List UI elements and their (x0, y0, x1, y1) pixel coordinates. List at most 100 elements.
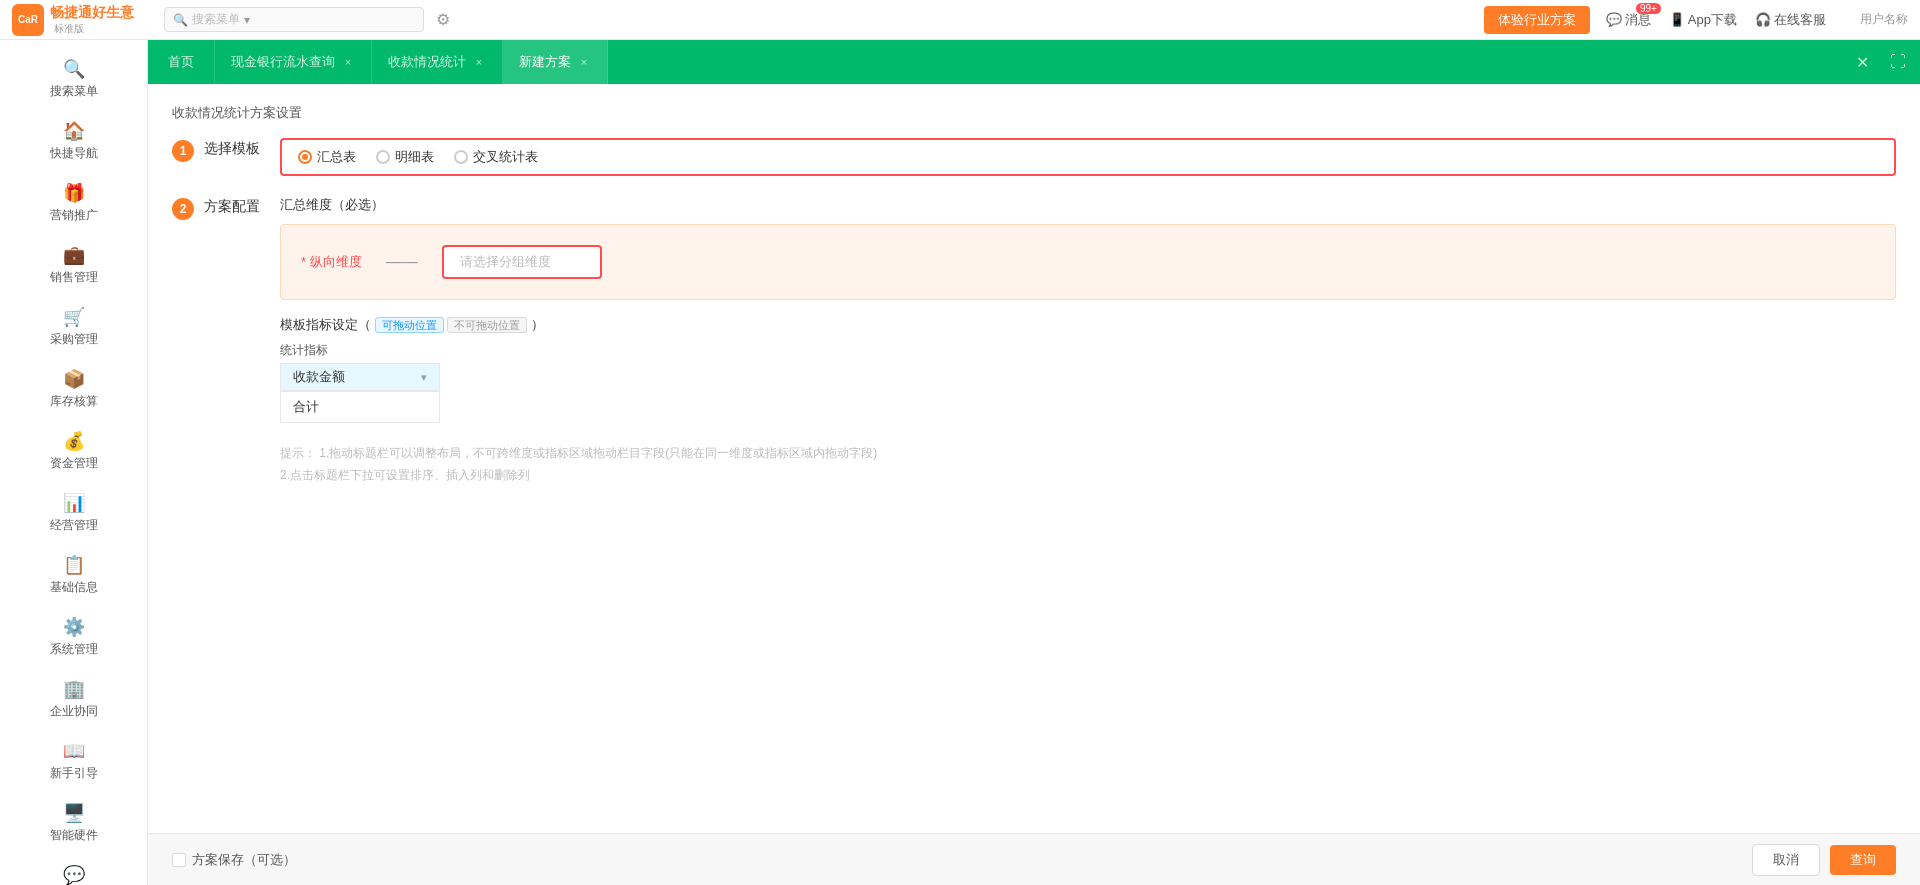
tab-cashflow[interactable]: 现金银行流水查询 × (215, 40, 372, 84)
tab-new-plan-label: 新建方案 (519, 53, 571, 71)
section2-label: 方案配置 (204, 198, 260, 216)
top-bar-actions: 💬 消息 99+ 📱 App下载 🎧 在线客服 用户名称 (1606, 11, 1908, 29)
sidebar-item-sales[interactable]: 💼 销售管理 (0, 234, 147, 296)
metrics-label: 模板指标设定（ 可拖动位置 不可拖动位置 ） (280, 316, 1896, 334)
dim-arrow-icon: —— (386, 253, 418, 271)
sidebar-item-label-enterprise: 企业协同 (50, 703, 98, 720)
radio-summary[interactable]: 汇总表 (298, 148, 356, 166)
trial-btn[interactable]: 体验行业方案 (1484, 6, 1590, 34)
metrics-header-chevron[interactable]: ▾ (421, 371, 427, 384)
top-bar: CaR 畅捷通好生意 标准版 🔍 搜索菜单 ▾ ⚙ 体验行业方案 💬 消息 99… (0, 0, 1920, 40)
section2-content: 汇总维度（必选） * 纵向维度 —— 请选择分组维度 (280, 196, 1896, 486)
cancel-button[interactable]: 取消 (1752, 844, 1820, 876)
hint-line-1: 提示： 1.拖动标题栏可以调整布局，不可跨维度或指标区域拖动栏目字段(只能在同一… (280, 443, 1896, 465)
section2-num: 2 (172, 198, 194, 220)
search-icon: 🔍 (173, 13, 188, 27)
enterprise-icon: 🏢 (63, 678, 85, 700)
sidebar-item-label-search: 搜索菜单 (50, 83, 98, 100)
finance-icon: 💰 (63, 430, 85, 452)
gear-icon[interactable]: ⚙ (436, 10, 450, 29)
sales-icon: 💼 (63, 244, 85, 266)
sidebar-item-quick-nav[interactable]: 🏠 快捷导航 (0, 110, 147, 172)
sidebar-item-finance[interactable]: 💰 资金管理 (0, 420, 147, 482)
radio-summary-label: 汇总表 (317, 148, 356, 166)
metrics-col-header[interactable]: 收款金额 ▾ (281, 364, 439, 391)
hint-line-2: 2.点击标题栏下拉可设置排序、插入列和删除列 (280, 465, 1896, 487)
app-download-icon: 📱 (1669, 12, 1685, 27)
radio-cross[interactable]: 交叉统计表 (454, 148, 538, 166)
tab-close-all-btn[interactable]: ✕ (1848, 48, 1876, 76)
tab-maximize-btn[interactable]: ⛶ (1884, 48, 1912, 76)
logo-badge: 标准版 (54, 22, 134, 36)
online-service-area[interactable]: 🎧 在线客服 (1755, 11, 1826, 29)
sidebar-item-purchase[interactable]: 🛒 采购管理 (0, 296, 147, 358)
tab-receipt-stat-close[interactable]: × (472, 55, 486, 69)
section-template: 1 选择模板 汇总表 明细表 (172, 138, 1896, 176)
tab-cashflow-close[interactable]: × (341, 55, 355, 69)
sidebar-item-label-quick-nav: 快捷导航 (50, 145, 98, 162)
sidebar-item-search-menu[interactable]: 🔍 搜索菜单 (0, 48, 147, 110)
save-checkbox[interactable] (172, 853, 186, 867)
sidebar-item-label-inventory: 库存核算 (50, 393, 98, 410)
page-content: 收款情况统计方案设置 1 选择模板 汇总表 明细表 (148, 84, 1920, 833)
logo-text: 畅捷通好生意 (50, 4, 134, 22)
sidebar-item-label-basic-info: 基础信息 (50, 579, 98, 596)
metrics-table: 收款金额 ▾ 合计 (280, 363, 440, 423)
hardware-icon: 🖥️ (63, 802, 85, 824)
user-name[interactable]: 用户名称 (1860, 11, 1908, 28)
metrics-label-text: 模板指标设定（ 可拖动位置 不可拖动位置 ） (280, 316, 544, 334)
tab-bar-end: ✕ ⛶ (1848, 40, 1920, 84)
tab-receipt-stat-label: 收款情况统计 (388, 53, 466, 71)
tab-new-plan-close[interactable]: × (577, 55, 591, 69)
tab-home[interactable]: 首页 (148, 40, 215, 84)
radio-cross-label: 交叉统计表 (473, 148, 538, 166)
sidebar-item-inventory[interactable]: 📦 库存核算 (0, 358, 147, 420)
sidebar-item-enterprise[interactable]: 🏢 企业协同 (0, 668, 147, 730)
save-checkbox-text: 方案保存（可选） (192, 851, 296, 869)
sidebar-item-label-purchase: 采购管理 (50, 331, 98, 348)
template-select-box: 汇总表 明细表 交叉统计表 (280, 138, 1896, 176)
sidebar-item-hardware[interactable]: 🖥️ 智能硬件 (0, 792, 147, 854)
sidebar-item-label-system: 系统管理 (50, 641, 98, 658)
search-placeholder-text: 搜索菜单 (192, 11, 240, 28)
main-layout: 🔍 搜索菜单 🏠 快捷导航 🎁 营销推广 💼 销售管理 🛒 采购管理 📦 库存核… (0, 40, 1920, 885)
metrics-table-area: 统计指标 收款金额 ▾ 合计 (280, 342, 1896, 423)
dimension-sub-label: 汇总维度（必选） (280, 196, 1896, 214)
search-bar[interactable]: 🔍 搜索菜单 ▾ (164, 7, 424, 32)
sidebar-item-marketing[interactable]: 🎁 营销推广 (0, 172, 147, 234)
app-download-label: App下载 (1688, 11, 1737, 29)
sidebar-item-wechat[interactable]: 💬 企业微信 (0, 854, 147, 885)
tab-receipt-stat[interactable]: 收款情况统计 × (372, 40, 503, 84)
required-star: * (301, 254, 310, 269)
tab-new-plan[interactable]: 新建方案 × (503, 40, 608, 84)
radio-summary-circle[interactable] (298, 150, 312, 164)
radio-detail[interactable]: 明细表 (376, 148, 434, 166)
draggable-badge: 可拖动位置 (375, 317, 444, 333)
radio-cross-circle[interactable] (454, 150, 468, 164)
sidebar-item-operations[interactable]: 📊 经营管理 (0, 482, 147, 544)
section1-label: 选择模板 (204, 140, 260, 158)
section1-num: 1 (172, 140, 194, 162)
metrics-cell-total: 合计 (281, 391, 439, 422)
sidebar-item-guide[interactable]: 📖 新手引导 (0, 730, 147, 792)
logo-icon: CaR (12, 4, 44, 36)
message-area[interactable]: 💬 消息 99+ (1606, 11, 1651, 29)
logo-area: CaR 畅捷通好生意 标准版 (12, 4, 160, 36)
sidebar-item-label-guide: 新手引导 (50, 765, 98, 782)
dimension-select[interactable]: 请选择分组维度 (442, 245, 602, 279)
sidebar-item-label-finance: 资金管理 (50, 455, 98, 472)
sidebar-item-system[interactable]: ⚙️ 系统管理 (0, 606, 147, 668)
tab-cashflow-label: 现金银行流水查询 (231, 53, 335, 71)
basic-info-icon: 📋 (63, 554, 85, 576)
app-download-area[interactable]: 📱 App下载 (1669, 11, 1737, 29)
query-button[interactable]: 查询 (1830, 845, 1896, 875)
search-dropdown-icon[interactable]: ▾ (244, 13, 250, 27)
message-badge: 99+ (1636, 3, 1661, 14)
sidebar-item-basic-info[interactable]: 📋 基础信息 (0, 544, 147, 606)
metrics-section: 模板指标设定（ 可拖动位置 不可拖动位置 ） 统计指标 (280, 316, 1896, 423)
radio-detail-circle[interactable] (376, 150, 390, 164)
marketing-icon: 🎁 (63, 182, 85, 204)
content-area: 首页 现金银行流水查询 × 收款情况统计 × 新建方案 × ✕ ⛶ (148, 40, 1920, 885)
wechat-icon: 💬 (63, 864, 85, 885)
save-checkbox-label[interactable]: 方案保存（可选） (172, 851, 296, 869)
